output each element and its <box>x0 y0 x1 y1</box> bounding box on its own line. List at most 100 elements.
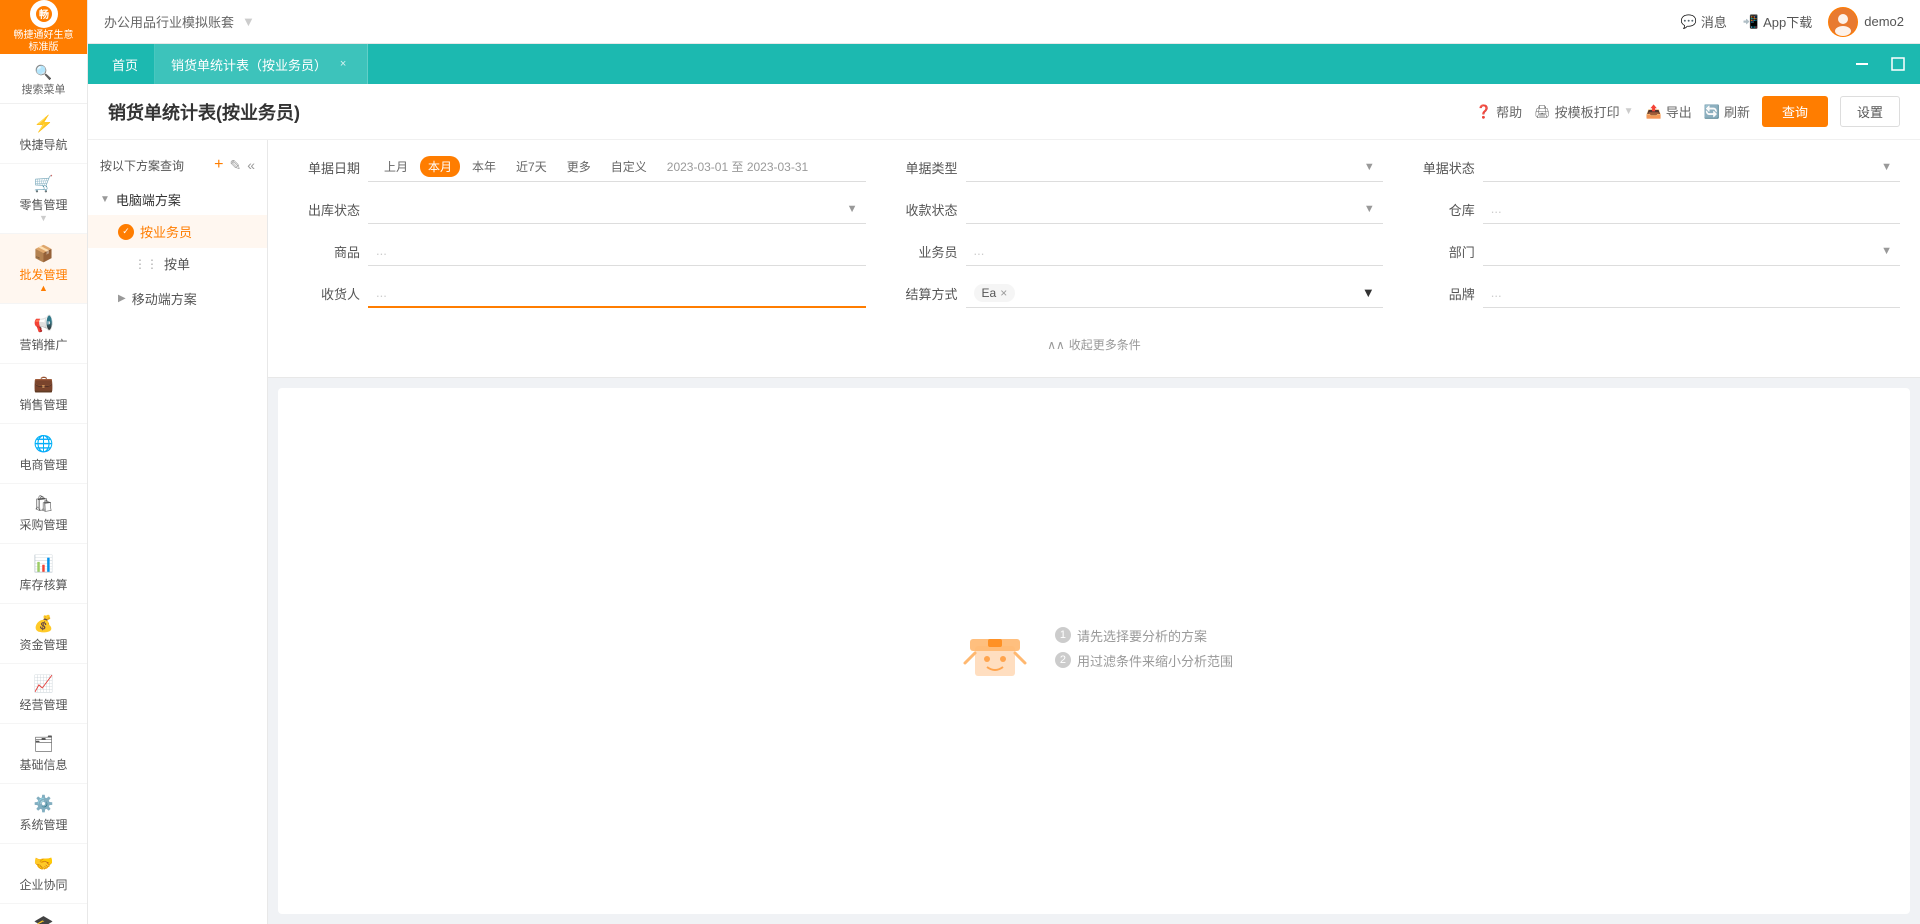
tab-minimize-button[interactable] <box>1848 50 1876 78</box>
finance-icon: 💰 <box>4 614 83 634</box>
content-area: 销货单统计表(按业务员) ❓ 帮助 🖨 按模板打印 ▼ 📤 导出 🔄 刷新 <box>88 84 1920 924</box>
tab-close-button[interactable]: × <box>335 56 351 72</box>
sidebar-item-enterprise[interactable]: 🤝 企业协同 <box>0 844 87 904</box>
purchase-icon: 🛍 <box>4 494 83 514</box>
sidebar-item-system[interactable]: ⚙️ 系统管理 <box>0 784 87 844</box>
scheme-panel: 按以下方案查询 + ✎ « ▼ 电脑端方案 ✓ 按业务员 <box>88 140 268 924</box>
help-icon: ❓ <box>1476 104 1492 120</box>
breadcrumb: 办公用品行业模拟账套 ▼ <box>104 12 255 31</box>
ecommerce-icon: 🌐 <box>4 434 83 454</box>
collect-status-chevron: ▼ <box>1364 203 1375 215</box>
sidebar-item-retail[interactable]: 🛒 零售管理 ▼ <box>0 164 87 234</box>
payment-filter-field[interactable]: Ea × ▼ <box>966 278 1383 308</box>
date-tab-this-month[interactable]: 本月 <box>420 156 460 177</box>
main-area: 办公用品行业模拟账套 ▼ 💬 消息 📲 App下载 demo2 首页 <box>88 0 1920 924</box>
scheme-group-mobile: ▶ 移动端方案 <box>88 283 267 314</box>
scheme-group-pc-title[interactable]: ▼ 电脑端方案 <box>88 184 267 215</box>
tab-sales-report[interactable]: 销货单统计表（按业务员） × <box>155 44 368 84</box>
filter-row-4: 收货人 ... 结算方式 Ea × ▼ <box>288 278 1900 308</box>
date-tab-this-year[interactable]: 本年 <box>464 156 504 177</box>
date-range-text: 2023-03-01 至 2023-03-31 <box>667 158 808 175</box>
message-button[interactable]: 💬 消息 <box>1681 12 1727 31</box>
sidebar-item-wholesale[interactable]: 📦 批发管理 ▲ <box>0 234 87 304</box>
tab-maximize-button[interactable] <box>1884 50 1912 78</box>
mobile-group-arrow: ▶ <box>118 293 126 304</box>
scheme-collapse-button[interactable]: « <box>247 157 255 173</box>
status-chevron-icon: ▼ <box>1881 161 1892 173</box>
group-arrow-icon: ▼ <box>100 194 110 205</box>
warehouse-filter-field[interactable]: ... <box>1483 194 1900 224</box>
export-button[interactable]: 📤 导出 <box>1646 102 1692 121</box>
scheme-item-by-staff[interactable]: ✓ 按业务员 <box>88 215 267 248</box>
empty-hint-1: 1 请先选择要分析的方案 <box>1055 626 1233 645</box>
scheme-add-button[interactable]: + <box>214 156 223 174</box>
goods-dots: ... <box>376 243 387 258</box>
enterprise-icon: 🤝 <box>4 854 83 874</box>
dept-label: 部门 <box>1403 242 1483 261</box>
template-print-button[interactable]: 🖨 按模板打印 ▼ <box>1534 102 1633 121</box>
sidebar-item-sales[interactable]: 💼 销售管理 <box>0 364 87 424</box>
sidebar-item-inventory[interactable]: 📊 库存核算 <box>0 544 87 604</box>
type-filter-select[interactable]: ▼ <box>966 152 1383 182</box>
user-menu[interactable]: demo2 <box>1828 7 1904 37</box>
sidebar-item-purchase[interactable]: 🛍 采购管理 <box>0 484 87 544</box>
status-filter-select[interactable]: ▼ <box>1483 152 1900 182</box>
warehouse-dots[interactable]: ... <box>1491 201 1502 216</box>
tab-home[interactable]: 首页 <box>96 44 155 84</box>
payment-tag: Ea × <box>974 284 1016 302</box>
sidebar-item-marketing[interactable]: 📢 营销推广 <box>0 304 87 364</box>
sidebar-item-finance[interactable]: 💰 资金管理 <box>0 604 87 664</box>
date-filter-field: 上月 本月 本年 近7天 更多 自定义 2023-03-01 至 2023-03… <box>368 152 866 182</box>
app-name-label: 畅捷通好生意标准版 <box>14 30 74 54</box>
inventory-icon: 📊 <box>4 554 83 574</box>
goods-filter-field[interactable]: ... <box>368 236 866 266</box>
collapse-icon: ∧∧ <box>1047 338 1065 352</box>
workspace: 按以下方案查询 + ✎ « ▼ 电脑端方案 ✓ 按业务员 <box>88 140 1920 924</box>
sub-scheme-icon: ⋮⋮ <box>134 257 158 271</box>
filter-collapse-row: ∧∧ 收起更多条件 <box>288 320 1900 365</box>
out-status-select[interactable]: ▼ <box>368 194 866 224</box>
panel-title: 按以下方案查询 <box>100 157 184 174</box>
filter-area: 单据日期 上月 本月 本年 近7天 更多 自定义 2023-03-01 至 20… <box>268 140 1920 378</box>
staff-filter-field[interactable]: ... <box>966 236 1383 266</box>
scheme-group-mobile-title[interactable]: ▶ 移动端方案 <box>88 283 267 314</box>
wholesale-arrow: ▲ <box>4 283 83 293</box>
brand-filter-field[interactable]: ... <box>1483 278 1900 308</box>
sidebar-item-quick-nav[interactable]: ⚡ 快捷导航 <box>0 104 87 164</box>
refresh-button[interactable]: 🔄 刷新 <box>1704 102 1750 121</box>
message-icon: 💬 <box>1681 14 1697 30</box>
collapse-filters-button[interactable]: ∧∧ 收起更多条件 <box>288 330 1900 359</box>
sidebar-search[interactable]: 🔍 搜索菜单 <box>0 54 87 104</box>
sidebar: 畅 畅捷通好生意标准版 🔍 搜索菜单 ⚡ 快捷导航 🛒 零售管理 ▼ 📦 批发管… <box>0 0 88 924</box>
app-logo[interactable]: 畅 畅捷通好生意标准版 <box>0 0 88 54</box>
sidebar-item-newbie[interactable]: 🎓 新手引导 <box>0 904 87 924</box>
scheme-edit-button[interactable]: ✎ <box>229 157 241 174</box>
print-dropdown-icon: ▼ <box>1624 106 1634 117</box>
dept-select[interactable]: ▼ <box>1483 236 1900 266</box>
empty-state: 1 请先选择要分析的方案 2 用过滤条件来缩小分析范围 <box>278 388 1910 914</box>
date-tab-last-month[interactable]: 上月 <box>376 156 416 177</box>
sidebar-item-basic[interactable]: 🗂 基础信息 <box>0 724 87 784</box>
app-download-button[interactable]: 📲 App下载 <box>1743 12 1812 31</box>
consignee-filter-field[interactable]: ... <box>368 278 866 308</box>
help-button[interactable]: ❓ 帮助 <box>1476 102 1522 121</box>
sidebar-item-operation[interactable]: 📈 经营管理 <box>0 664 87 724</box>
date-tab-custom[interactable]: 自定义 <box>603 156 655 177</box>
date-tab-more[interactable]: 更多 <box>559 156 599 177</box>
quick-nav-icon: ⚡ <box>4 114 83 134</box>
scheme-item-by-order[interactable]: ⋮⋮ 按单 <box>88 248 267 279</box>
tab-bar-actions <box>1848 50 1912 78</box>
query-button[interactable]: 查询 <box>1762 96 1828 127</box>
filter-row-1: 单据日期 上月 本月 本年 近7天 更多 自定义 2023-03-01 至 20… <box>288 152 1900 182</box>
sidebar-item-ecommerce[interactable]: 🌐 电商管理 <box>0 424 87 484</box>
collect-status-select[interactable]: ▼ <box>966 194 1383 224</box>
empty-hint-2: 2 用过滤条件来缩小分析范围 <box>1055 651 1233 670</box>
hint-number-1: 1 <box>1055 627 1071 643</box>
date-tab-7days[interactable]: 近7天 <box>508 156 555 177</box>
payment-tag-remove[interactable]: × <box>1000 286 1007 300</box>
active-scheme-dot: ✓ <box>118 224 134 240</box>
right-panel: 单据日期 上月 本月 本年 近7天 更多 自定义 2023-03-01 至 20… <box>268 140 1920 924</box>
print-icon: 🖨 <box>1534 104 1551 120</box>
top-header: 办公用品行业模拟账套 ▼ 💬 消息 📲 App下载 demo2 <box>88 0 1920 44</box>
settings-button[interactable]: 设置 <box>1840 96 1900 127</box>
